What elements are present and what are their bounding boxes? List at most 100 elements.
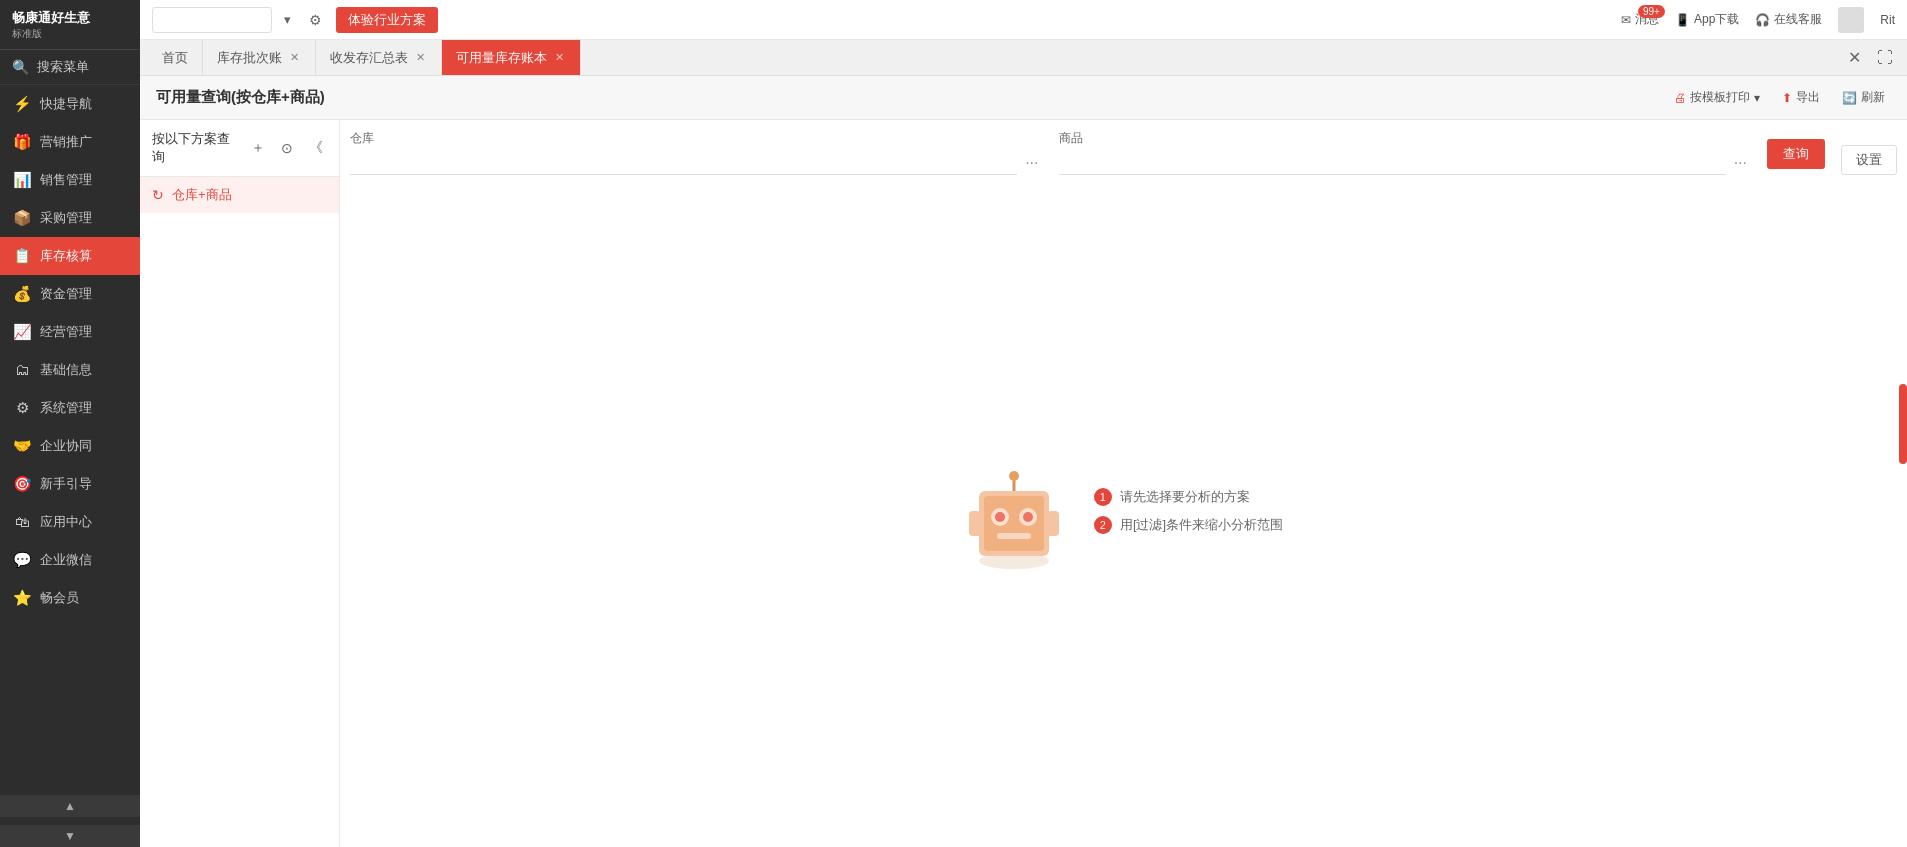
svg-rect-2: [984, 496, 1044, 551]
tab-home-label: 首页: [162, 49, 188, 67]
system-icon: ⚙: [12, 399, 32, 417]
warehouse-input-row: ···: [350, 151, 1043, 175]
refresh-label: 刷新: [1861, 89, 1885, 106]
refresh-button[interactable]: 🔄 刷新: [1836, 86, 1891, 109]
goods-input[interactable]: [1059, 151, 1726, 175]
right-panel: 仓库 ··· 商品 ··· 查询 设置: [340, 120, 1907, 847]
warehouse-dots-button[interactable]: ···: [1021, 152, 1042, 174]
topbar-gear-btn[interactable]: ⚙: [303, 10, 328, 30]
scheme-collapse-button[interactable]: 《: [305, 138, 327, 158]
settings-button[interactable]: 设置: [1841, 145, 1897, 175]
export-label: 导出: [1796, 89, 1820, 106]
tabs-expand-button[interactable]: ⛶: [1871, 47, 1899, 69]
refresh-icon: 🔄: [1842, 91, 1857, 105]
tab-summary[interactable]: 收发存汇总表 ✕: [316, 40, 442, 75]
sidebar-item-finance[interactable]: 💰 资金管理: [0, 275, 140, 313]
query-button[interactable]: 查询: [1767, 139, 1825, 169]
tabs-bar: 首页 库存批次账 ✕ 收发存汇总表 ✕ 可用量库存账本 ✕ ✕ ⛶: [140, 40, 1907, 76]
sidebar-item-label: 新手引导: [40, 475, 92, 493]
sidebar-item-shortcut[interactable]: ⚡ 快捷导航: [0, 85, 140, 123]
topbar-search-input[interactable]: [152, 7, 272, 33]
sidebar-item-label: 库存核算: [40, 247, 92, 265]
tab-batch-close[interactable]: ✕: [288, 51, 301, 64]
sidebar-item-label: 销售管理: [40, 171, 92, 189]
tab-available[interactable]: 可用量库存账本 ✕: [442, 40, 581, 75]
tab-available-label: 可用量库存账本: [456, 49, 547, 67]
scheme-item-warehouse-goods[interactable]: ↻ 仓库+商品: [140, 177, 339, 213]
sidebar-item-basic[interactable]: 🗂 基础信息: [0, 351, 140, 389]
sidebar-item-inventory[interactable]: 📋 库存核算: [0, 237, 140, 275]
right-scrollbar[interactable]: [1899, 384, 1907, 464]
print-label: 按模板打印: [1690, 89, 1750, 106]
sidebar-item-enterprise[interactable]: 🤝 企业协同: [0, 427, 140, 465]
empty-tip-1: 1 请先选择要分析的方案: [1094, 488, 1283, 506]
online-service-button[interactable]: 🎧 在线客服: [1755, 11, 1822, 28]
warehouse-input[interactable]: [350, 151, 1017, 175]
content-area: 可用量查询(按仓库+商品) 🖨 按模板打印 ▾ ⬆ 导出 🔄 刷新: [140, 76, 1907, 847]
tip-num-1: 1: [1094, 488, 1112, 506]
empty-tips: 1 请先选择要分析的方案 2 用[过滤]条件来缩小分析范围: [1094, 488, 1283, 534]
svg-rect-10: [969, 511, 981, 536]
sidebar-item-purchase[interactable]: 📦 采购管理: [0, 199, 140, 237]
export-button[interactable]: ⬆ 导出: [1776, 86, 1826, 109]
tab-available-close[interactable]: ✕: [553, 51, 566, 64]
sidebar-item-label: 采购管理: [40, 209, 92, 227]
svg-point-6: [1023, 512, 1033, 522]
topbar-dropdown-btn[interactable]: ▾: [280, 10, 295, 29]
user-avatar[interactable]: [1838, 7, 1864, 33]
sidebar-item-wechat[interactable]: 💬 企业微信: [0, 541, 140, 579]
wechat-icon: 💬: [12, 551, 32, 569]
sidebar-scroll-up[interactable]: ▲: [0, 795, 140, 817]
sidebar-item-label: 应用中心: [40, 513, 92, 531]
sidebar-scroll-down[interactable]: ▼: [0, 825, 140, 847]
main-area: ▾ ⚙ 体验行业方案 ✉ 消息 99+ 📱 App下载 🎧 在线客服 Rit 首…: [140, 0, 1907, 847]
username-label[interactable]: Rit: [1880, 13, 1895, 27]
svg-rect-11: [1047, 511, 1059, 536]
sidebar-item-operation[interactable]: 📈 经营管理: [0, 313, 140, 351]
brand-edition: 标准版: [12, 27, 128, 41]
gift-icon: 🎁: [12, 133, 32, 151]
sidebar-item-member[interactable]: ⭐ 畅会员: [0, 579, 140, 617]
sidebar-item-label: 经营管理: [40, 323, 92, 341]
goods-dots-button[interactable]: ···: [1730, 152, 1751, 174]
tab-summary-close[interactable]: ✕: [414, 51, 427, 64]
scheme-label: 仓库+商品: [172, 186, 232, 204]
svg-rect-7: [997, 533, 1031, 539]
search-icon: 🔍: [12, 59, 29, 75]
finance-icon: 💰: [12, 285, 32, 303]
messages-button[interactable]: ✉ 消息 99+: [1621, 11, 1659, 28]
chevron-down-icon: ▼: [64, 829, 76, 843]
headset-icon: 🎧: [1755, 13, 1770, 27]
sidebar-item-label: 快捷导航: [40, 95, 92, 113]
filter-row: 仓库 ··· 商品 ··· 查询 设置: [350, 130, 1897, 175]
page-title: 可用量查询(按仓库+商品): [156, 88, 325, 107]
sidebar-item-search[interactable]: 🔍 搜索菜单: [0, 50, 140, 85]
print-button[interactable]: 🖨 按模板打印 ▾: [1668, 86, 1766, 109]
sidebar-item-newbie[interactable]: 🎯 新手引导: [0, 465, 140, 503]
box-icon: 📦: [12, 209, 32, 227]
basic-icon: 🗂: [12, 361, 32, 378]
app-download-button[interactable]: 📱 App下载: [1675, 11, 1739, 28]
sidebar-item-marketing[interactable]: 🎁 营销推广: [0, 123, 140, 161]
sidebar-item-label: 资金管理: [40, 285, 92, 303]
app-download-label: App下载: [1694, 11, 1739, 28]
messages-badge: 99+: [1638, 5, 1665, 18]
empty-illustration: [964, 461, 1064, 561]
add-scheme-button[interactable]: ＋: [247, 138, 269, 158]
newbie-icon: 🎯: [12, 475, 32, 493]
tabs-close-all-button[interactable]: ✕: [1842, 46, 1867, 69]
left-panel-title: 按以下方案查询: [152, 130, 239, 166]
trial-industry-button[interactable]: 体验行业方案: [336, 7, 438, 33]
tab-home[interactable]: 首页: [148, 40, 203, 75]
sidebar-item-sales[interactable]: 📊 销售管理: [0, 161, 140, 199]
tab-batch[interactable]: 库存批次账 ✕: [203, 40, 316, 75]
message-icon: ✉: [1621, 13, 1631, 27]
tip-text-2: 用[过滤]条件来缩小分析范围: [1120, 516, 1283, 534]
sidebar-header: 畅康通好生意 标准版: [0, 0, 140, 50]
scheme-settings-button[interactable]: ⊙: [277, 139, 297, 157]
left-panel: 按以下方案查询 ＋ ⊙ 《 ↻ 仓库+商品: [140, 120, 340, 847]
topbar-right: ✉ 消息 99+ 📱 App下载 🎧 在线客服 Rit: [1621, 7, 1895, 33]
sidebar-item-system[interactable]: ⚙ 系统管理: [0, 389, 140, 427]
sidebar-item-apps[interactable]: 🛍 应用中心: [0, 503, 140, 541]
sidebar-item-label: 畅会员: [40, 589, 79, 607]
